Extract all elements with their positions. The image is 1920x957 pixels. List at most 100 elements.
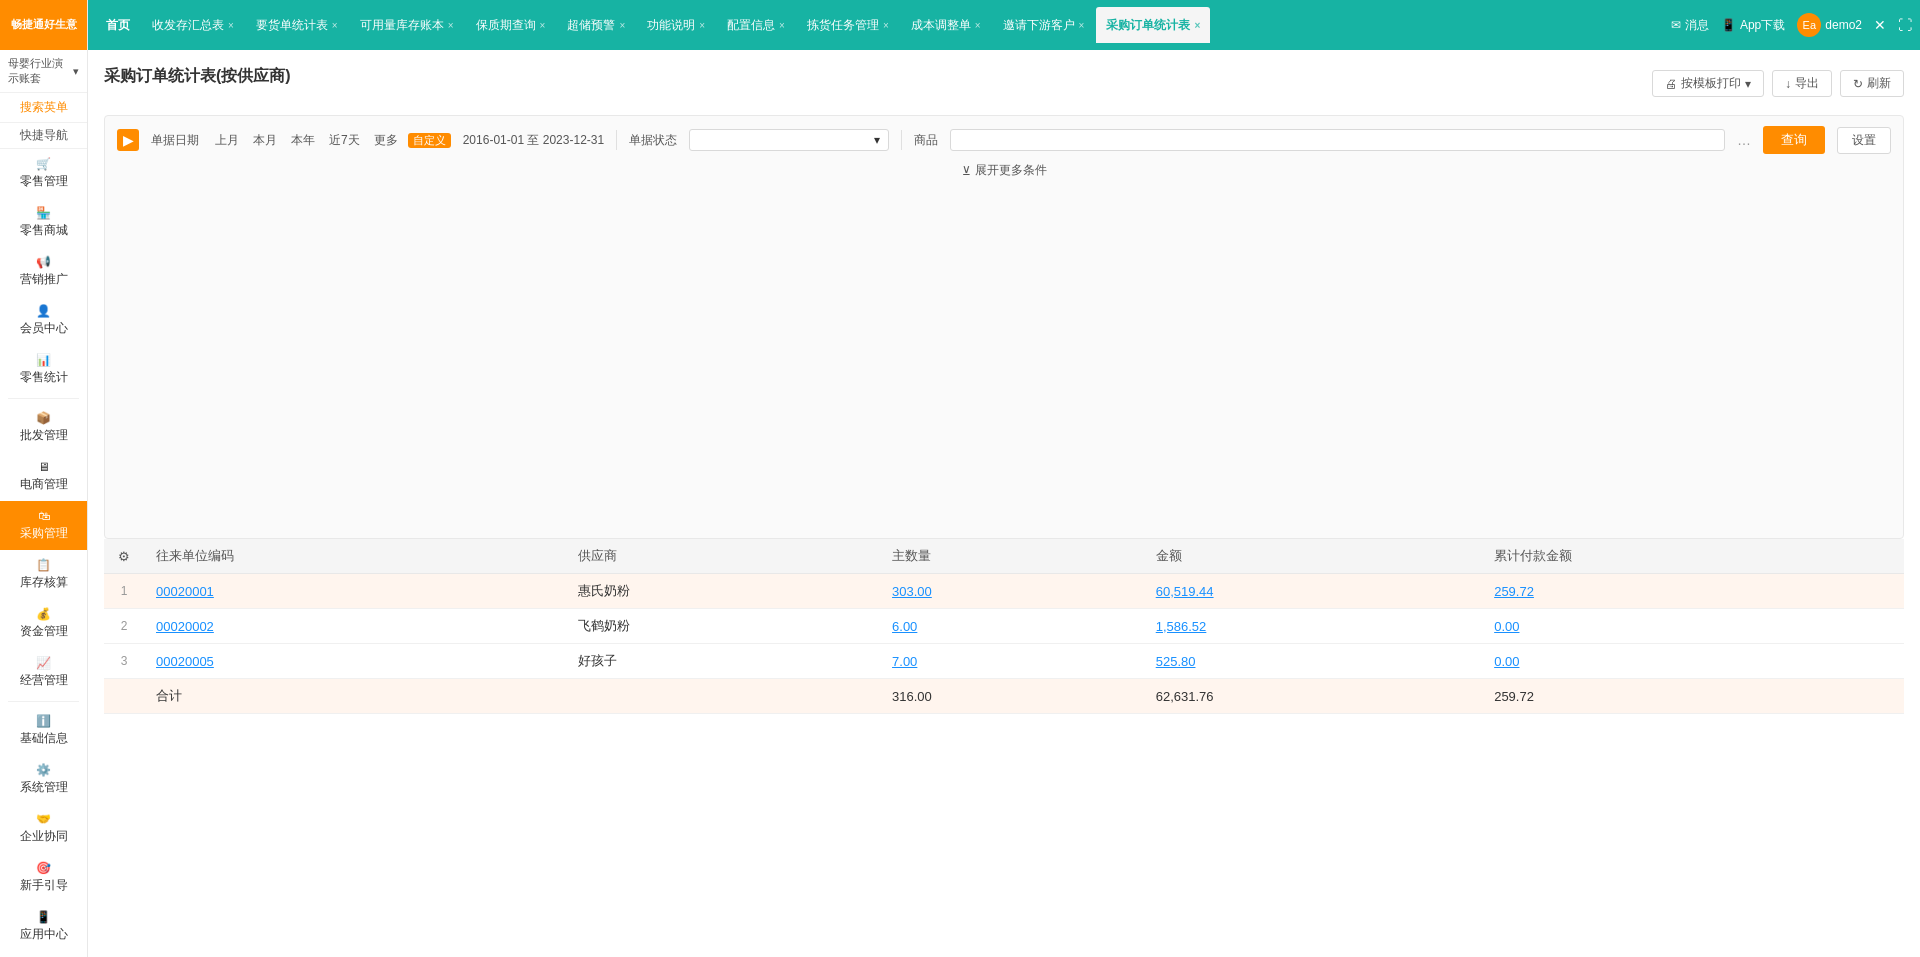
- date-shortcuts: 上月 本月 本年 近7天 更多 自定义: [211, 131, 451, 150]
- tab-purchase-order-stats[interactable]: 采购订单统计表 ×: [1096, 7, 1210, 43]
- cell-paid-amount[interactable]: 0.00: [1482, 609, 1904, 644]
- date-btn-this-month[interactable]: 本月: [249, 131, 281, 150]
- tab-cost-adjust[interactable]: 成本调整单 ×: [901, 7, 991, 43]
- export-btn[interactable]: ↓ 导出: [1772, 70, 1832, 97]
- cell-main-qty[interactable]: 303.00: [880, 574, 1144, 609]
- tab-pick-task[interactable]: 拣货任务管理 ×: [797, 7, 899, 43]
- date-btn-7days[interactable]: 近7天: [325, 131, 364, 150]
- search-label[interactable]: 搜索英单: [20, 100, 68, 114]
- account-name: 母婴行业演示账套: [8, 56, 73, 86]
- cell-supplier-code[interactable]: 00020005: [144, 644, 566, 679]
- page-title: 采购订单统计表(按供应商): [104, 66, 291, 87]
- cell-amount[interactable]: 60,519.44: [1144, 574, 1482, 609]
- sidebar-item-operation[interactable]: 📈 经营管理: [0, 648, 87, 697]
- tab-invite-downstream[interactable]: 邀请下游客户 ×: [993, 7, 1095, 43]
- table-summary-row: 合计 316.00 62,631.76 259.72: [104, 679, 1904, 714]
- tab-close-icon[interactable]: ×: [332, 20, 338, 31]
- tab-close-icon[interactable]: ×: [1079, 20, 1085, 31]
- tab-close-icon[interactable]: ×: [228, 20, 234, 31]
- cell-paid-amount[interactable]: 0.00: [1482, 644, 1904, 679]
- tab-close-icon[interactable]: ×: [779, 20, 785, 31]
- tab-close-icon[interactable]: ×: [883, 20, 889, 31]
- goods-input[interactable]: [950, 129, 1725, 151]
- message-btn[interactable]: ✉ 消息: [1671, 17, 1709, 34]
- status-select[interactable]: ▾: [689, 129, 889, 151]
- sidebar-item-finance[interactable]: 💰 资金管理: [0, 599, 87, 648]
- sidebar-item-shop[interactable]: 🏪 零售商城: [0, 198, 87, 247]
- tab-func-desc[interactable]: 功能说明 ×: [637, 7, 715, 43]
- summary-paid-amount: 259.72: [1482, 679, 1904, 714]
- cell-amount[interactable]: 525.80: [1144, 644, 1482, 679]
- tab-close-icon[interactable]: ×: [975, 20, 981, 31]
- sidebar-item-guide[interactable]: 🎯 新手引导: [0, 853, 87, 902]
- cell-supplier-name: 惠氏奶粉: [566, 574, 880, 609]
- search-entry[interactable]: 搜索英单: [0, 93, 87, 123]
- quicknav-label[interactable]: 快捷导航: [20, 128, 68, 142]
- cell-main-qty[interactable]: 7.00: [880, 644, 1144, 679]
- app-logo: 畅捷通好生意: [0, 0, 87, 50]
- date-btn-more[interactable]: 更多: [370, 131, 402, 150]
- tab-config-info[interactable]: 配置信息 ×: [717, 7, 795, 43]
- cell-supplier-code[interactable]: 00020001: [144, 574, 566, 609]
- date-btn-last-month[interactable]: 上月: [211, 131, 243, 150]
- query-btn[interactable]: 查询: [1763, 126, 1825, 154]
- sidebar-item-marketing[interactable]: 📢 营销推广: [0, 247, 87, 296]
- user-label: demo2: [1825, 18, 1862, 32]
- filter-toggle-btn[interactable]: ▶: [117, 129, 139, 151]
- expand-more-btn[interactable]: ⊻ 展开更多条件: [962, 162, 1047, 179]
- refresh-btn[interactable]: ↻ 刷新: [1840, 70, 1904, 97]
- user-avatar-btn[interactable]: Ea demo2: [1797, 13, 1862, 37]
- cell-paid-amount[interactable]: 259.72: [1482, 574, 1904, 609]
- fullscreen-icon[interactable]: ⛶: [1898, 17, 1912, 33]
- tab-receive-summary[interactable]: 收发存汇总表 ×: [142, 7, 244, 43]
- sidebar-item-label: 零售管理: [20, 173, 68, 190]
- marketing-icon: 📢: [36, 255, 51, 269]
- sidebar-item-appcenter[interactable]: 📱 应用中心: [0, 902, 87, 951]
- app-download-btn[interactable]: 📱 App下载: [1721, 17, 1785, 34]
- tab-purchase-stats[interactable]: 要货单统计表 ×: [246, 7, 348, 43]
- tab-expiry-query[interactable]: 保质期查询 ×: [466, 7, 556, 43]
- date-btn-this-year[interactable]: 本年: [287, 131, 319, 150]
- quicknav-entry[interactable]: 快捷导航: [0, 123, 87, 149]
- sidebar-item-retail[interactable]: 🛒 零售管理: [0, 149, 87, 198]
- app-download-icon: 📱: [1721, 18, 1736, 32]
- account-dropdown[interactable]: 母婴行业演示账套 ▾: [0, 50, 87, 93]
- col-header-paid-amount: 累计付款金额: [1482, 539, 1904, 574]
- print-btn[interactable]: 🖨 按模板打印 ▾: [1652, 70, 1764, 97]
- cell-supplier-name: 好孩子: [566, 644, 880, 679]
- goods-filter-label: 商品: [914, 132, 938, 149]
- sidebar-item-inventory[interactable]: 📋 库存核算: [0, 550, 87, 599]
- cell-main-qty[interactable]: 6.00: [880, 609, 1144, 644]
- tab-close-icon[interactable]: ×: [619, 20, 625, 31]
- tab-close-icon[interactable]: ×: [540, 20, 546, 31]
- tab-close-icon[interactable]: ×: [448, 20, 454, 31]
- member-icon: 👤: [36, 304, 51, 318]
- tab-close-icon[interactable]: ×: [1194, 20, 1200, 31]
- tab-inventory-ledger[interactable]: 可用量库存账本 ×: [350, 7, 464, 43]
- shop-icon: 🏪: [36, 206, 51, 220]
- setting-btn[interactable]: 设置: [1837, 127, 1891, 154]
- cell-amount[interactable]: 1,586.52: [1144, 609, 1482, 644]
- sidebar-item-purchase[interactable]: 🛍 采购管理: [0, 501, 87, 550]
- goods-input-more-icon[interactable]: …: [1737, 132, 1751, 148]
- sidebar-item-wechat[interactable]: 💬 企业微信: [0, 951, 87, 957]
- status-filter-label: 单据状态: [629, 132, 677, 149]
- col-header-settings[interactable]: ⚙: [104, 539, 144, 574]
- tab-home[interactable]: 首页: [96, 7, 140, 43]
- page-content: 采购订单统计表(按供应商) 🖨 按模板打印 ▾ ↓ 导出 ↻ 刷新: [88, 50, 1920, 957]
- summary-empty1: [104, 679, 144, 714]
- sidebar-item-member[interactable]: 👤 会员中心: [0, 296, 87, 345]
- sidebar-item-system[interactable]: ⚙️ 系统管理: [0, 755, 87, 804]
- table-settings-icon[interactable]: ⚙: [118, 549, 130, 564]
- sidebar-item-ecommerce[interactable]: 🖥 电商管理: [0, 452, 87, 501]
- sidebar-item-cooperation[interactable]: 🤝 企业协同: [0, 804, 87, 853]
- cell-supplier-code[interactable]: 00020002: [144, 609, 566, 644]
- sidebar-item-basic[interactable]: ℹ️ 基础信息: [0, 706, 87, 755]
- sidebar-item-retail-stats[interactable]: 📊 零售统计: [0, 345, 87, 394]
- close-window-icon[interactable]: ✕: [1874, 17, 1886, 33]
- sidebar-item-wholesale[interactable]: 📦 批发管理: [0, 403, 87, 452]
- tab-close-icon[interactable]: ×: [699, 20, 705, 31]
- sidebar-item-label: 零售商城: [20, 222, 68, 239]
- tab-overstock[interactable]: 超储预警 ×: [557, 7, 635, 43]
- message-label: 消息: [1685, 17, 1709, 34]
